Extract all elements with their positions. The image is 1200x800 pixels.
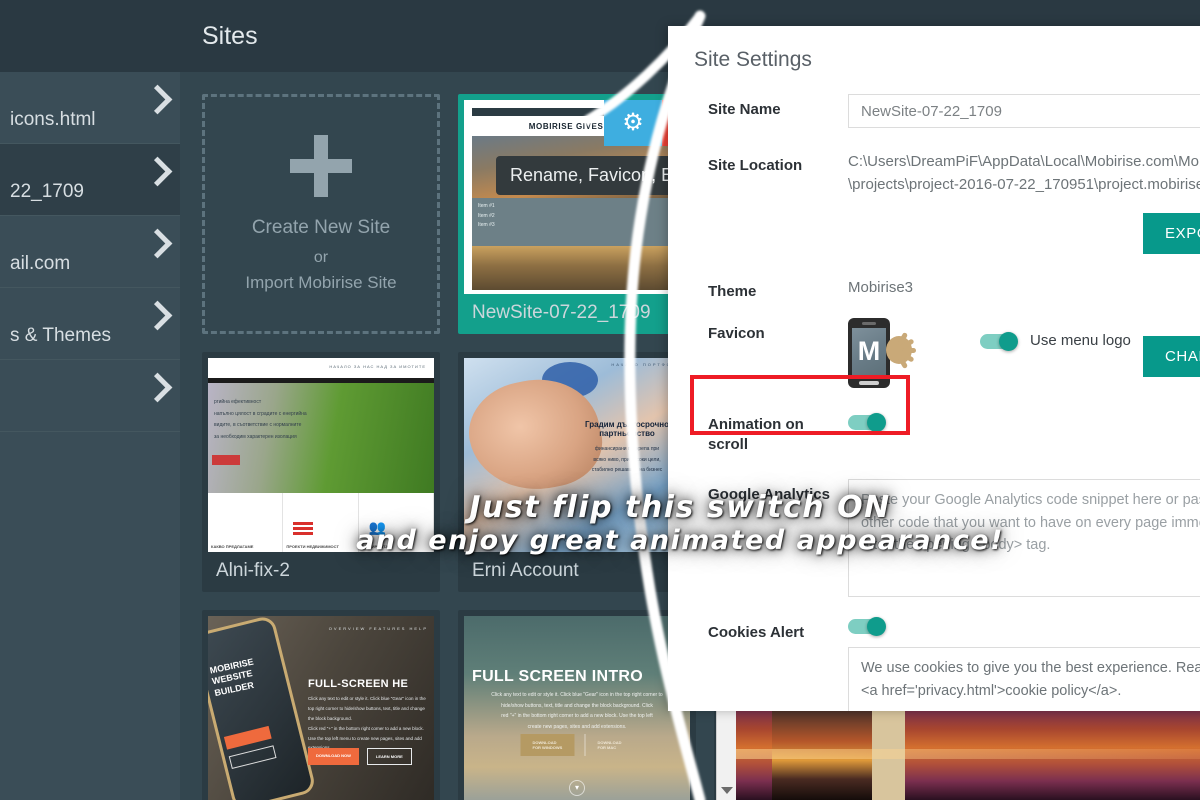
site-thumbnail: FULL SCREEN INTRO Click any text to edit… bbox=[464, 616, 690, 800]
site-location-label: Site Location bbox=[708, 157, 803, 174]
create-new-site-card[interactable]: Create New Site or Import Mobirise Site bbox=[202, 94, 440, 334]
chevron-right-icon bbox=[144, 86, 168, 110]
use-menu-logo-label: Use menu logo bbox=[1030, 332, 1131, 350]
caption-line-1: Just flip this switch ON bbox=[469, 490, 891, 525]
export-site-button[interactable]: EXPORT SITE bbox=[1143, 212, 1200, 254]
chevron-right-icon bbox=[144, 374, 168, 398]
site-location-row: Site Location C:\Users\DreamPiF\AppData\… bbox=[668, 150, 1200, 197]
site-name-row: Site Name NewSite-07-22_1709 bbox=[668, 94, 1200, 128]
site-card-newsite-07-21-1047[interactable]: FULL SCREEN INTRO Click any text to edit… bbox=[458, 610, 696, 800]
plus-icon bbox=[290, 135, 352, 197]
favicon-row: Favicon M Use menu logo bbox=[668, 317, 1200, 388]
page-title: Sites bbox=[202, 21, 258, 50]
background-scrollbar[interactable] bbox=[716, 705, 736, 800]
thumb-heading: FULL SCREEN INTRO bbox=[472, 668, 644, 685]
site-thumbnail: OVERVIEW FEATURES HELP MOBIRISE WEBSITE BU… bbox=[208, 616, 434, 800]
site-card-newsite-07-22-1709[interactable]: MOBIRISE GIVES YOU Item #1 Item #2 Item #3… bbox=[458, 94, 696, 334]
animation-on-scroll-toggle[interactable] bbox=[848, 412, 886, 432]
sidebar-item-0[interactable]: icons.html bbox=[0, 72, 180, 144]
sidebar-item-label: s & Themes bbox=[10, 325, 112, 346]
chevron-right-icon bbox=[144, 230, 168, 254]
thumb-heading: FULL-SCREEN HE bbox=[308, 678, 409, 690]
site-card-title: NewSite-07-22_1709 bbox=[472, 302, 651, 323]
caption-line-2: and enjoy great animated appearance! bbox=[356, 525, 1004, 557]
chevron-right-icon bbox=[144, 158, 168, 182]
animation-on-scroll-row: Animation on scroll bbox=[668, 409, 1200, 456]
sidebar-header bbox=[0, 0, 180, 72]
cookies-alert-toggle[interactable] bbox=[848, 617, 886, 637]
create-new-site-label: Create New Site bbox=[251, 217, 391, 238]
dialog-title: Site Settings bbox=[694, 48, 812, 71]
sidebar-item-4[interactable] bbox=[0, 360, 180, 432]
scroll-down-arrow-icon[interactable] bbox=[721, 787, 733, 794]
cookies-alert-row: Cookies Alert We use cookies to give you… bbox=[668, 617, 1200, 711]
use-menu-logo-toggle[interactable] bbox=[980, 331, 1018, 351]
chevron-right-icon bbox=[144, 302, 168, 326]
change-favicon-button[interactable]: CHANGE FAVICON bbox=[1143, 335, 1200, 377]
site-card-newsite-07-21-1023[interactable]: OVERVIEW FEATURES HELP MOBIRISE WEBSITE BU… bbox=[202, 610, 440, 800]
animation-on-scroll-label: Animation on scroll bbox=[708, 415, 804, 453]
background-tan-panel bbox=[872, 705, 905, 800]
export-site-button-wrap: EXPORT SITE bbox=[1143, 212, 1200, 254]
site-card-title: Alni-fix-2 bbox=[216, 560, 290, 581]
cookies-alert-label: Cookies Alert bbox=[708, 624, 805, 642]
thumb-nav: OVERVIEW FEATURES HELP bbox=[328, 626, 428, 631]
gear-icon[interactable]: ⚙ bbox=[604, 100, 662, 146]
sidebar-item-1[interactable]: 22_1709 bbox=[0, 144, 180, 216]
sidebar: icons.html 22_1709 ail.com s & Themes bbox=[0, 0, 180, 800]
cookies-alert-textarea[interactable]: We use cookies to give you the best expe… bbox=[848, 647, 1200, 711]
theme-row: Theme Mobirise3 bbox=[668, 276, 1200, 302]
sidebar-item-label: ail.com bbox=[10, 253, 71, 274]
theme-label: Theme bbox=[708, 282, 757, 300]
site-name-label: Site Name bbox=[708, 101, 781, 118]
mobirise-favicon-icon[interactable]: M bbox=[848, 317, 928, 388]
or-label: or bbox=[313, 249, 329, 266]
site-location-value: C:\Users\DreamPiF\AppData\Local\Mobirise… bbox=[848, 153, 1200, 194]
background-sunset-thumb bbox=[772, 705, 872, 800]
instruction-caption: Just flip this switch ON and enjoy great… bbox=[300, 490, 1060, 557]
favicon-label: Favicon bbox=[708, 324, 765, 342]
sidebar-item-2[interactable]: ail.com bbox=[0, 216, 180, 288]
theme-value: Mobirise3 bbox=[848, 278, 914, 296]
change-favicon-button-wrap: CHANGE FAVICON bbox=[1143, 335, 1200, 377]
site-card-title: Erni Account bbox=[472, 560, 579, 581]
sidebar-item-label: 22_1709 bbox=[10, 181, 84, 202]
site-settings-dialog: Site Settings Site Name NewSite-07-22_17… bbox=[668, 26, 1200, 711]
import-mobirise-site-label: Import Mobirise Site bbox=[245, 273, 397, 292]
sidebar-item-label: icons.html bbox=[10, 109, 96, 130]
site-name-input[interactable]: NewSite-07-22_1709 bbox=[848, 94, 1200, 128]
background-sunset-image bbox=[735, 705, 1200, 800]
sidebar-item-3[interactable]: s & Themes bbox=[0, 288, 180, 360]
card-action-tooltip: Rename, Favicon, E bbox=[496, 156, 688, 195]
thumb-items: Item #1 Item #2 Item #3 bbox=[472, 198, 682, 246]
